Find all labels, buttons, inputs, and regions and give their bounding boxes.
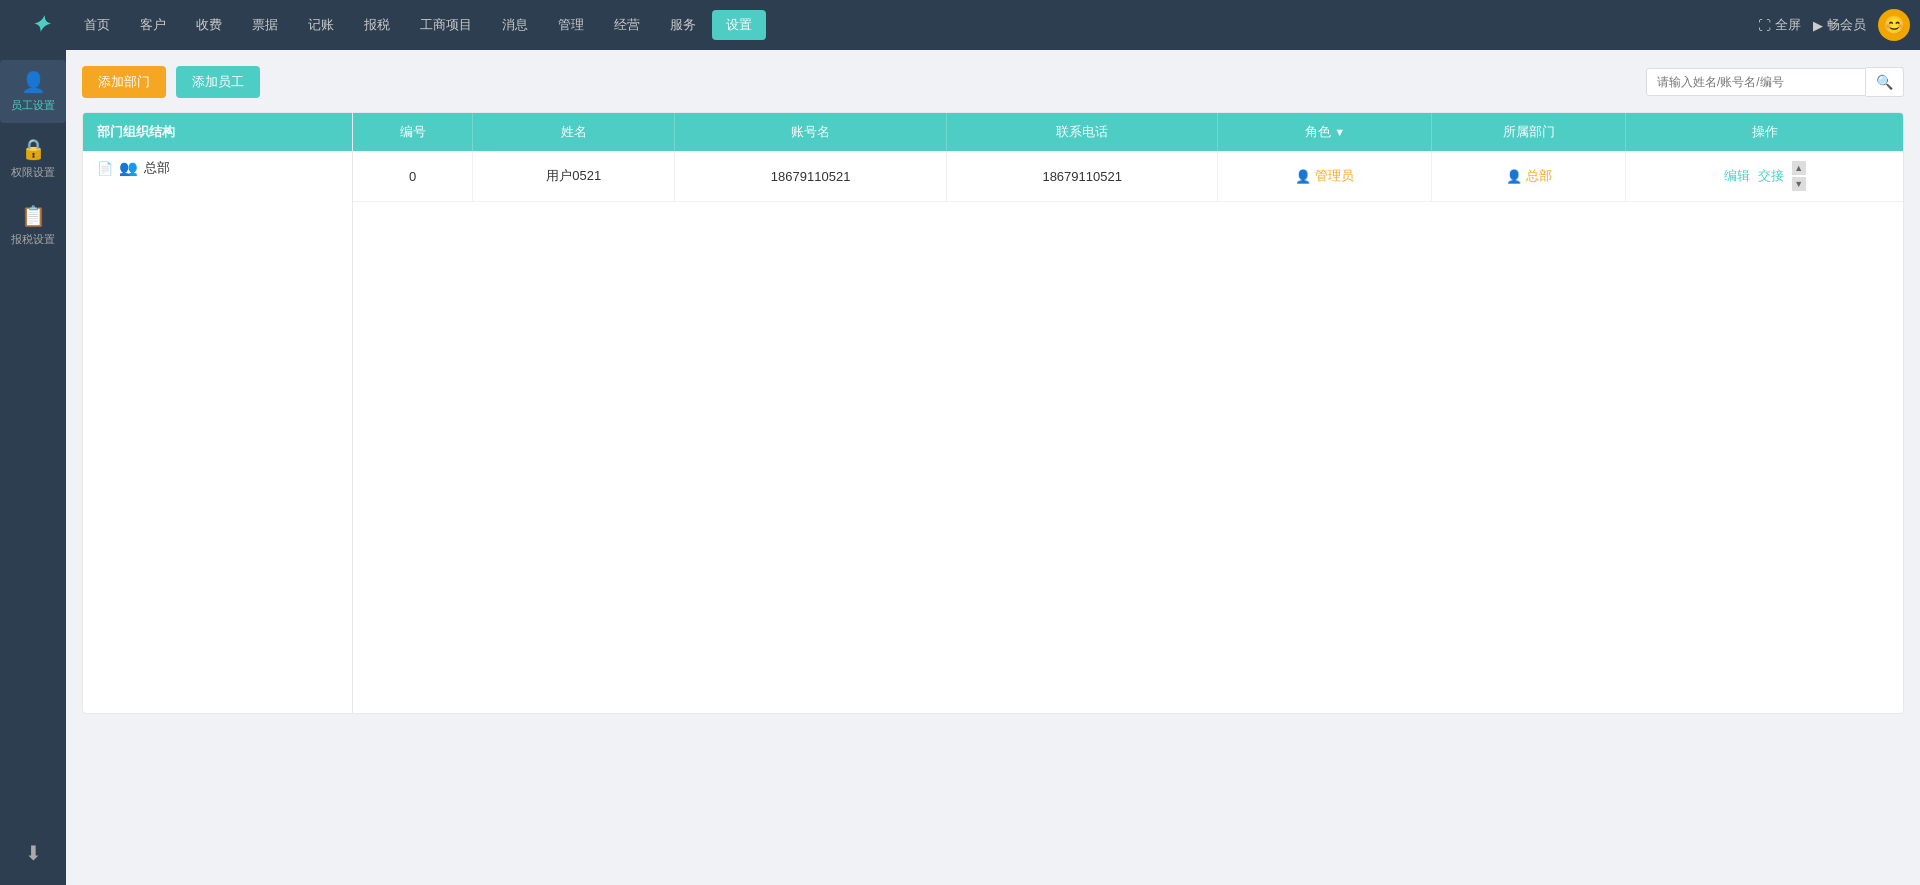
dept-user-icon: 👤 [1506, 169, 1522, 184]
tree-item-root[interactable]: 📄 👥 总部 [83, 151, 352, 185]
cell-number: 0 [353, 151, 473, 202]
scroll-down-button[interactable]: ▼ [1792, 177, 1806, 191]
nav-accounting[interactable]: 记账 [294, 10, 348, 40]
nav-operation[interactable]: 经营 [600, 10, 654, 40]
col-number: 编号 [353, 113, 473, 151]
tree-header: 部门组织结构 [83, 113, 352, 151]
nav-message[interactable]: 消息 [488, 10, 542, 40]
content-area: 部门组织结构 📄 👥 总部 编号 姓名 账号名 联系电话 角色 [82, 112, 1904, 714]
sidebar-download[interactable]: ⬇ [0, 831, 66, 875]
sidebar-employee-label: 员工设置 [11, 98, 55, 113]
vip-button[interactable]: ▶ 畅会员 [1813, 16, 1866, 34]
nav-menu: 首页 客户 收费 票据 记账 报税 工商项目 消息 管理 经营 服务 设置 [70, 10, 1758, 40]
nav-settings[interactable]: 设置 [712, 10, 766, 40]
role-label: 管理员 [1315, 167, 1354, 185]
transfer-link[interactable]: 交接 [1758, 167, 1784, 185]
scroll-buttons: ▲ ▼ [1792, 161, 1806, 191]
vip-icon: ▶ [1813, 18, 1823, 33]
add-employee-button[interactable]: 添加员工 [176, 66, 260, 98]
avatar[interactable]: 😊 [1878, 9, 1910, 41]
edit-link[interactable]: 编辑 [1724, 167, 1750, 185]
col-account: 账号名 [675, 113, 947, 151]
person-icon: 👥 [119, 159, 138, 177]
tree-item-label: 总部 [144, 159, 170, 177]
fullscreen-icon: ⛶ [1758, 18, 1771, 33]
search-icon: 🔍 [1876, 74, 1893, 90]
nav-management[interactable]: 管理 [544, 10, 598, 40]
col-role-label: 角色 [1305, 124, 1331, 139]
file-icon: 📄 [97, 161, 113, 176]
sidebar-tax-label: 报税设置 [11, 232, 55, 247]
employee-icon: 👤 [21, 70, 46, 94]
cell-role: 👤 管理员 [1218, 151, 1432, 202]
cell-name: 用户0521 [473, 151, 675, 202]
sidebar-bottom: ⬇ [0, 831, 66, 885]
table-header-row: 编号 姓名 账号名 联系电话 角色 ▼ 所属部门 操作 [353, 113, 1903, 151]
sidebar-item-tax[interactable]: 📋 报税设置 [0, 194, 66, 257]
cell-phone: 18679110521 [946, 151, 1218, 202]
cell-dept: 👤 总部 [1432, 151, 1626, 202]
dept-label: 总部 [1526, 167, 1552, 185]
toolbar: 添加部门 添加员工 🔍 [82, 66, 1904, 98]
tax-icon: 📋 [21, 204, 46, 228]
lock-icon: 🔒 [21, 137, 46, 161]
sidebar-permission-label: 权限设置 [11, 165, 55, 180]
nav-right-area: ⛶ 全屏 ▶ 畅会员 😊 [1758, 9, 1910, 41]
action-links: 编辑 交接 ▲ ▼ [1634, 161, 1895, 191]
top-navigation: ✦ 首页 客户 收费 票据 记账 报税 工商项目 消息 管理 经营 服务 设置 … [0, 0, 1920, 50]
nav-home[interactable]: 首页 [70, 10, 124, 40]
scroll-up-button[interactable]: ▲ [1792, 161, 1806, 175]
filter-icon: ▼ [1334, 126, 1345, 138]
sidebar-item-employee[interactable]: 👤 员工设置 [0, 60, 66, 123]
cell-action: 编辑 交接 ▲ ▼ [1626, 151, 1903, 202]
sidebar-item-permission[interactable]: 🔒 权限设置 [0, 127, 66, 190]
search-input[interactable] [1646, 68, 1866, 96]
table-row: 0 用户0521 18679110521 18679110521 👤 管理员 [353, 151, 1903, 202]
nav-invoice[interactable]: 票据 [238, 10, 292, 40]
nav-billing[interactable]: 收费 [182, 10, 236, 40]
main-content: 添加部门 添加员工 🔍 部门组织结构 📄 👥 总部 编号 [66, 50, 1920, 885]
search-button[interactable]: 🔍 [1866, 67, 1904, 97]
col-dept: 所属部门 [1432, 113, 1626, 151]
col-phone: 联系电话 [946, 113, 1218, 151]
nav-client[interactable]: 客户 [126, 10, 180, 40]
search-bar: 🔍 [1646, 67, 1904, 97]
left-sidebar: 👤 员工设置 🔒 权限设置 📋 报税设置 ⬇ [0, 50, 66, 885]
role-user-icon: 👤 [1295, 169, 1311, 184]
col-role[interactable]: 角色 ▼ [1218, 113, 1432, 151]
add-dept-button[interactable]: 添加部门 [82, 66, 166, 98]
col-name: 姓名 [473, 113, 675, 151]
download-icon: ⬇ [25, 841, 42, 865]
fullscreen-label: 全屏 [1775, 16, 1801, 34]
col-action: 操作 [1626, 113, 1903, 151]
nav-tax[interactable]: 报税 [350, 10, 404, 40]
nav-service[interactable]: 服务 [656, 10, 710, 40]
vip-label: 畅会员 [1827, 16, 1866, 34]
cell-account: 18679110521 [675, 151, 947, 202]
table-panel: 编号 姓名 账号名 联系电话 角色 ▼ 所属部门 操作 0 [353, 113, 1903, 713]
app-logo: ✦ [10, 12, 70, 38]
nav-business[interactable]: 工商项目 [406, 10, 486, 40]
fullscreen-button[interactable]: ⛶ 全屏 [1758, 16, 1801, 34]
employee-table: 编号 姓名 账号名 联系电话 角色 ▼ 所属部门 操作 0 [353, 113, 1903, 202]
tree-panel: 部门组织结构 📄 👥 总部 [83, 113, 353, 713]
